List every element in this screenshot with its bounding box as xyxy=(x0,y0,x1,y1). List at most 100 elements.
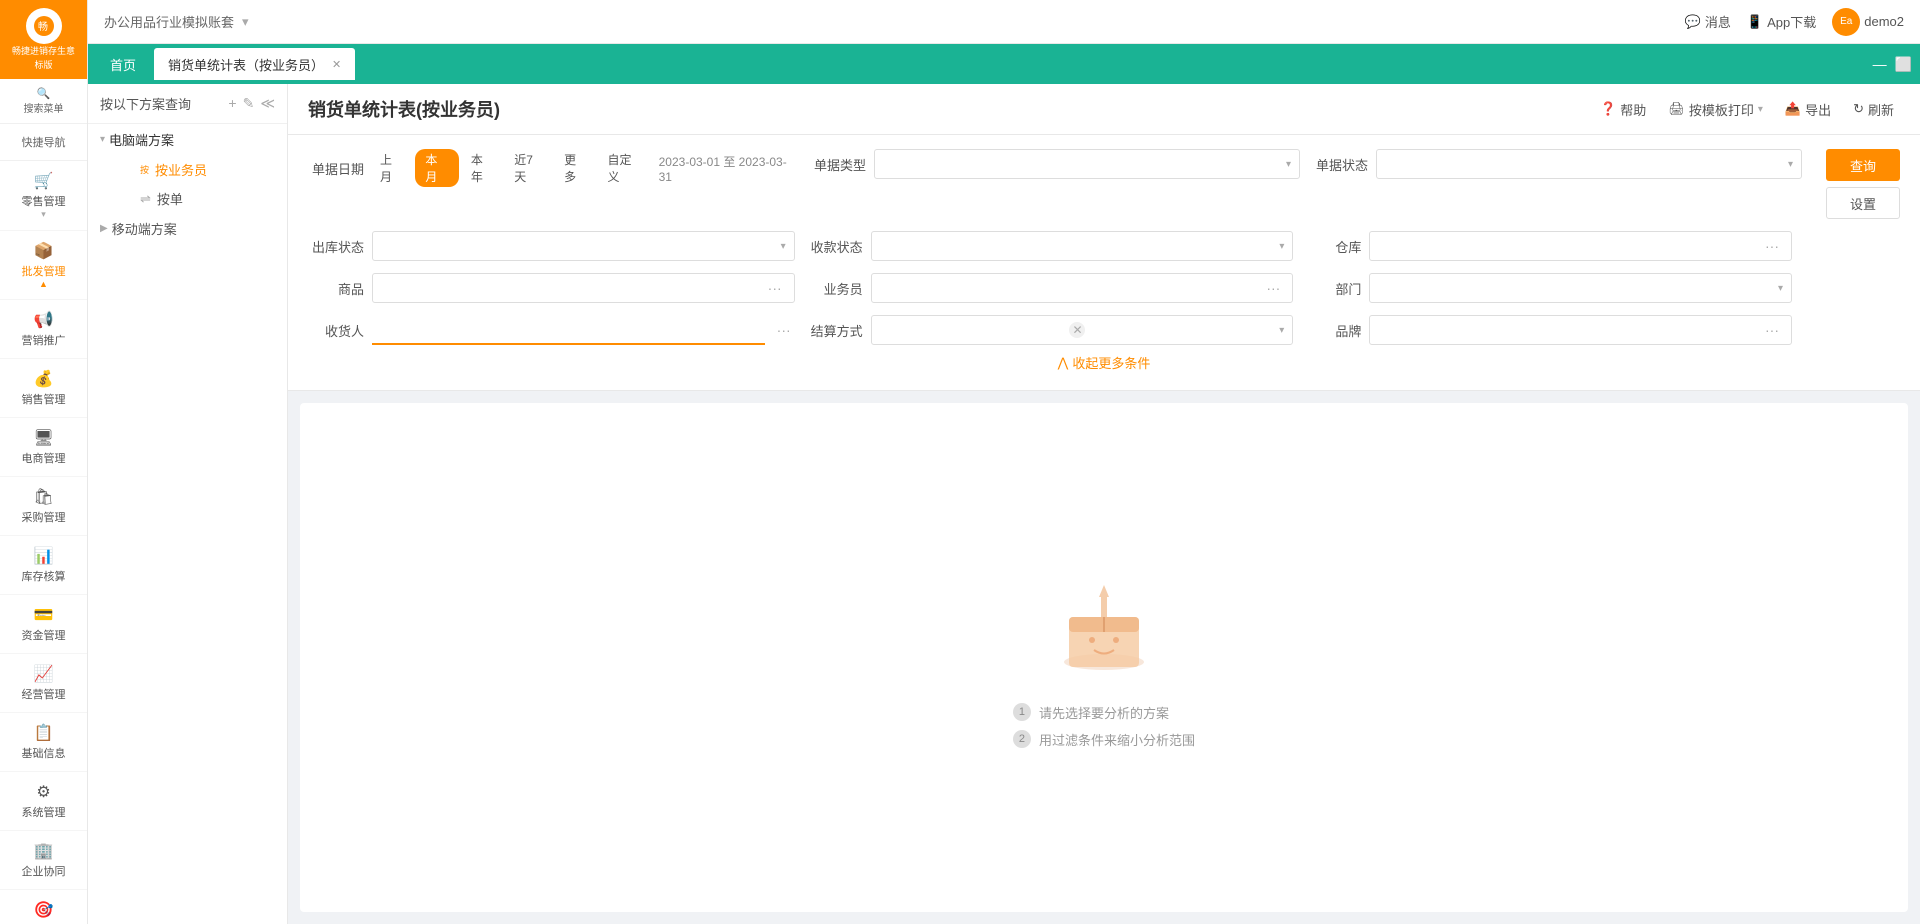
tree-arrow-icon: ▾ xyxy=(100,134,105,145)
settings-button[interactable]: 设置 xyxy=(1826,187,1900,219)
basic-icon: 📋 xyxy=(34,723,54,743)
collapse-label: 收起更多条件 xyxy=(1072,353,1150,372)
breadcrumb-arrow[interactable]: ▾ xyxy=(242,14,249,30)
sidebar-item-inventory[interactable]: 📊 库存核算 xyxy=(0,536,87,595)
date-tab-custom[interactable]: 自定义 xyxy=(600,149,651,187)
sidebar-item-ecommerce[interactable]: 🖥 电商管理 xyxy=(0,418,87,477)
page-actions: ❓ 帮助 🖨 按模板打印 ▾ 📤 导出 ↻ 刷新 xyxy=(1594,98,1900,133)
collapse-arrow-icon: ⋀ xyxy=(1058,355,1069,371)
message-icon: 💬 xyxy=(1685,14,1701,30)
date-tab-current-month[interactable]: 本月 xyxy=(415,149,458,187)
date-label: 单据日期 xyxy=(308,159,364,178)
collapse-filters-button[interactable]: ⋀ 收起更多条件 xyxy=(308,345,1900,376)
app-download-button[interactable]: 📱 App下载 xyxy=(1747,12,1816,31)
tab-close-icon[interactable]: ✕ xyxy=(332,58,341,71)
username: demo2 xyxy=(1864,14,1904,29)
topbar-right: 💬 消息 📱 App下载 Ea demo2 xyxy=(1685,8,1904,36)
empty-tip-1: 1 请先选择要分析的方案 xyxy=(1013,703,1195,722)
settlement-select[interactable]: ✕ ▾ xyxy=(871,315,1294,345)
date-tab-current-year[interactable]: 本年 xyxy=(463,149,502,187)
search-menu[interactable]: 🔍 搜索菜单 xyxy=(0,79,87,124)
sidebar-item-wholesale[interactable]: 📦 批发管理 ▲ xyxy=(0,231,87,300)
settlement-clear-icon[interactable]: ✕ xyxy=(1069,322,1085,338)
consignee-input[interactable] xyxy=(372,315,765,345)
empty-illustration xyxy=(1044,567,1164,687)
consignee-dots[interactable]: ··· xyxy=(773,322,795,338)
brand-label: 品牌 xyxy=(1305,321,1361,340)
sidebar-item-retail[interactable]: 🛒 零售管理 ▾ xyxy=(0,161,87,231)
doc-type-select[interactable]: ▾ xyxy=(874,149,1300,179)
out-status-select[interactable]: ▾ xyxy=(372,231,795,261)
sidebar-item-finance[interactable]: 💳 资金管理 xyxy=(0,595,87,654)
action-buttons: 查询 设置 xyxy=(1826,149,1900,219)
export-button[interactable]: 📤 导出 xyxy=(1779,98,1837,121)
topbar-left: 办公用品行业模拟账套 ▾ xyxy=(104,12,249,31)
collapse-panel-button[interactable]: ≪ xyxy=(260,95,275,112)
salesman-select[interactable]: ··· xyxy=(871,273,1294,303)
empty-tip-2: 2 用过滤条件来缩小分析范围 xyxy=(1013,730,1195,749)
print-icon: 🖨 xyxy=(1668,101,1685,117)
tip-text-1: 请先选择要分析的方案 xyxy=(1039,703,1169,722)
tip-text-2: 用过滤条件来缩小分析范围 xyxy=(1039,730,1195,749)
sidebar-item-newbie[interactable]: 🎯 新手引导 xyxy=(0,890,87,924)
quick-nav-item[interactable]: 快捷导航 xyxy=(18,128,70,156)
print-button[interactable]: 🖨 按模板打印 ▾ xyxy=(1662,98,1769,121)
message-button[interactable]: 💬 消息 xyxy=(1685,12,1731,31)
salesman-label: 业务员 xyxy=(807,279,863,298)
salesman-dots[interactable]: ··· xyxy=(1262,280,1284,296)
maximize-icon[interactable]: ⬜ xyxy=(1895,56,1912,73)
sidebar-item-marketing[interactable]: 📢 营销推广 xyxy=(0,300,87,359)
date-tab-last-7-days[interactable]: 近7天 xyxy=(506,149,552,187)
query-button[interactable]: 查询 xyxy=(1826,149,1900,181)
operation-icon: 📈 xyxy=(34,664,54,684)
sidebar-item-enterprise[interactable]: 🏢 企业协同 xyxy=(0,831,87,890)
panel-title: 按以下方案查询 xyxy=(100,94,191,113)
tree-pc-section[interactable]: ▾ 电脑端方案 xyxy=(88,124,287,155)
brand-dots[interactable]: ··· xyxy=(1761,322,1783,338)
page-header: 销货单统计表(按业务员) ❓ 帮助 🖨 按模板打印 ▾ 📤 导出 xyxy=(288,84,1920,135)
warehouse-select[interactable]: ··· xyxy=(1369,231,1792,261)
tree-item-order[interactable]: ⇌ 按单 xyxy=(112,184,287,213)
warehouse-dots[interactable]: ··· xyxy=(1761,238,1783,254)
payment-status-select[interactable]: ▾ xyxy=(871,231,1294,261)
product-dots[interactable]: ··· xyxy=(764,280,786,296)
sidebar-item-operation[interactable]: 📈 经营管理 xyxy=(0,654,87,713)
filter-brand-col: 品牌 ··· xyxy=(1305,315,1792,345)
tab-label: 销货单统计表（按业务员） xyxy=(168,55,324,74)
add-scheme-button[interactable]: + xyxy=(228,95,236,112)
date-tab-more[interactable]: 更多 xyxy=(556,149,595,187)
filter-settlement-col: 结算方式 ✕ ▾ xyxy=(807,315,1294,345)
order-scheme-label: 按单 xyxy=(157,189,183,208)
doc-type-label: 单据类型 xyxy=(810,155,866,174)
out-status-caret-icon: ▾ xyxy=(781,241,786,252)
tree-item-salesman[interactable]: 按 按业务员 xyxy=(112,155,287,184)
sidebar-item-system[interactable]: ⚙ 系统管理 xyxy=(0,772,87,831)
user-profile-button[interactable]: Ea demo2 xyxy=(1832,8,1904,36)
sidebar-item-label: 系统管理 xyxy=(22,804,66,820)
department-select[interactable]: ▾ xyxy=(1369,273,1792,303)
doc-status-select[interactable]: ▾ xyxy=(1376,149,1802,179)
payment-status-label: 收款状态 xyxy=(807,237,863,256)
sidebar-item-sales[interactable]: 💰 销售管理 xyxy=(0,359,87,418)
product-select[interactable]: ··· xyxy=(372,273,795,303)
date-tab-last-month[interactable]: 上月 xyxy=(372,149,411,187)
sidebar-item-basic[interactable]: 📋 基础信息 xyxy=(0,713,87,772)
logo-icon: 畅 xyxy=(26,8,62,44)
download-icon: 📱 xyxy=(1747,14,1763,30)
tree-mobile-section[interactable]: ▶ 移动端方案 xyxy=(88,213,287,244)
download-label: App下载 xyxy=(1767,12,1816,31)
brand-select[interactable]: ··· xyxy=(1369,315,1792,345)
tab-sales-stat[interactable]: 销货单统计表（按业务员） ✕ xyxy=(154,48,355,80)
minimize-icon[interactable]: — xyxy=(1873,56,1887,72)
filter-doc-status-col: 单据状态 ▾ xyxy=(1312,149,1802,179)
page-title: 销货单统计表(按业务员) xyxy=(308,96,500,134)
sidebar-item-purchase[interactable]: 🛍 采购管理 xyxy=(0,477,87,536)
tab-home[interactable]: 首页 xyxy=(96,48,150,80)
date-tabs-group: 上月 本月 本年 近7天 更多 自定义 xyxy=(372,149,651,187)
refresh-button[interactable]: ↻ 刷新 xyxy=(1847,98,1900,121)
home-label: 首页 xyxy=(110,55,136,74)
edit-scheme-button[interactable]: ✎ xyxy=(243,95,255,112)
salesman-scheme-icon: 按 xyxy=(140,163,149,176)
help-button[interactable]: ❓ 帮助 xyxy=(1594,98,1652,121)
ecommerce-icon: 🖥 xyxy=(33,428,53,448)
